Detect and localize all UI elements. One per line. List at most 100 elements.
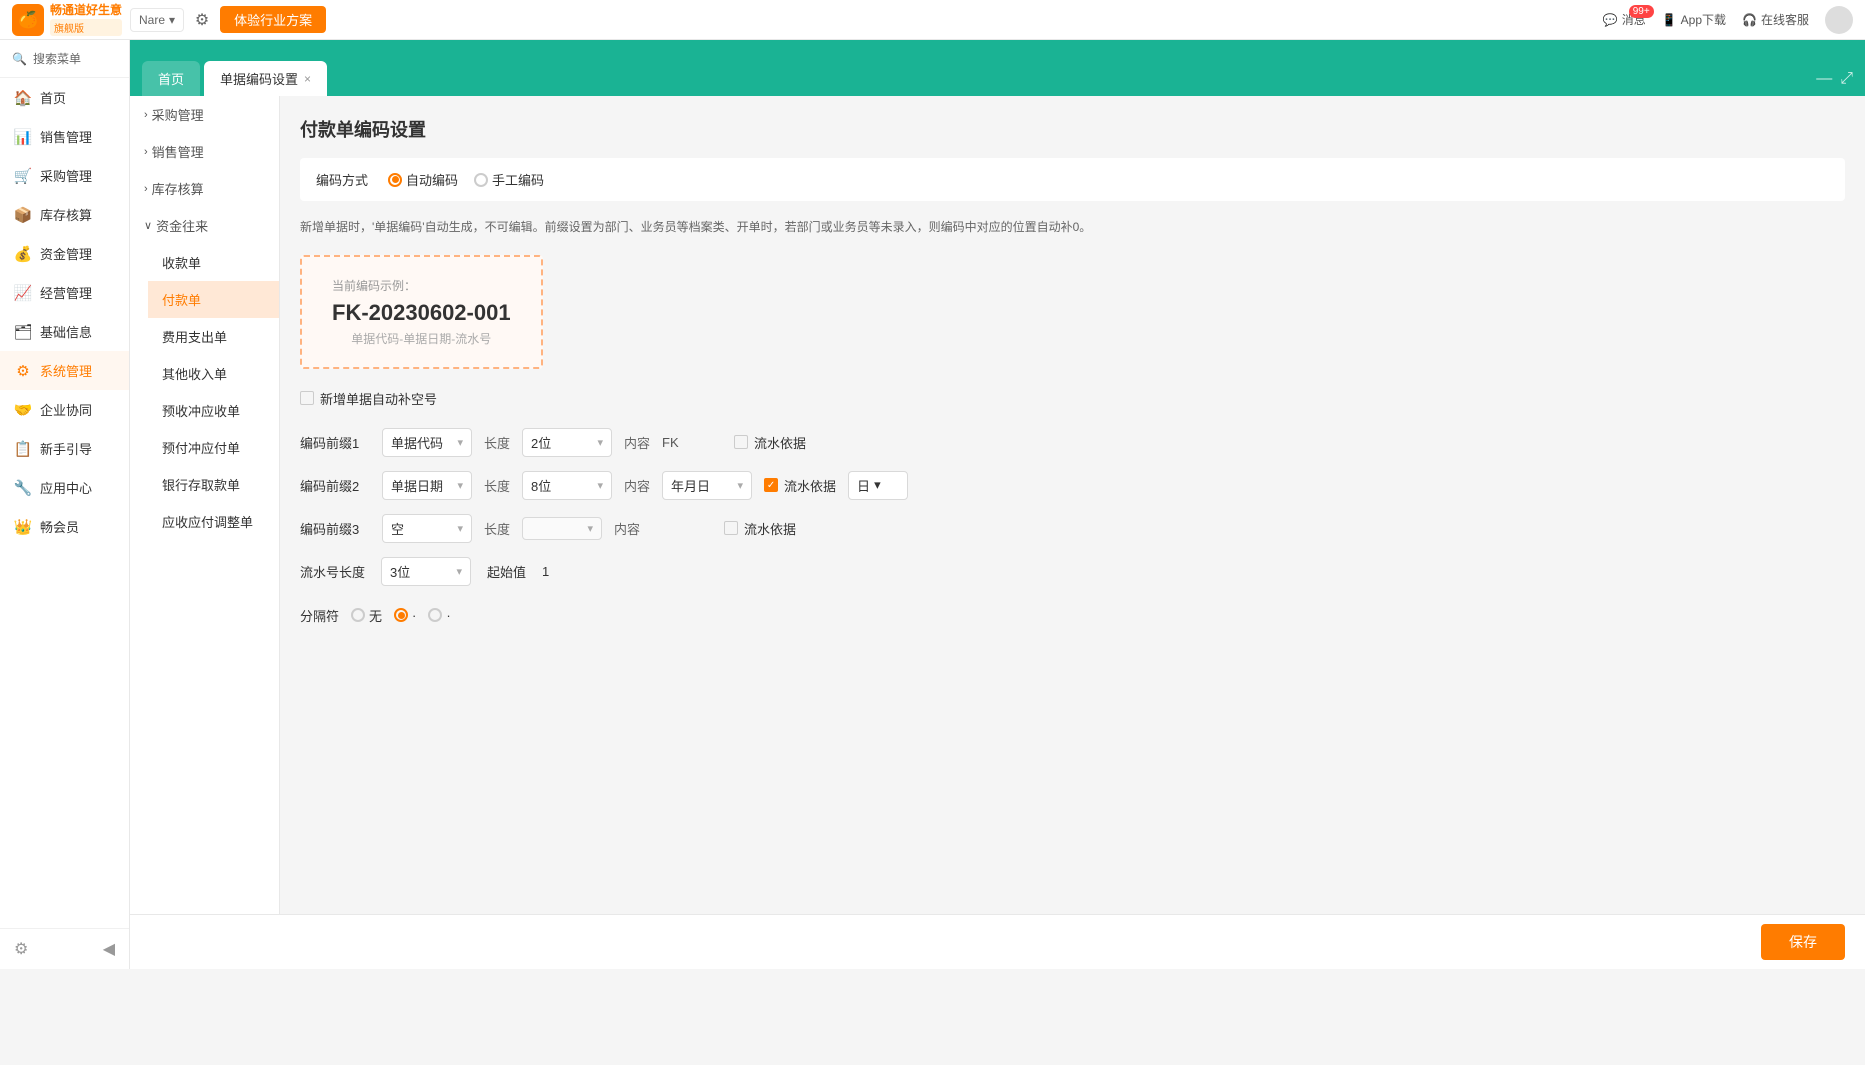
guide-icon: 📋 [14,440,32,458]
tab-encoding-settings[interactable]: 单据编码设置 × [204,61,327,96]
search-icon: 🔍 [12,52,27,66]
prefix-3-serial-check[interactable]: 流水依据 [724,519,796,538]
brand: 🍊 畅通道好生意 旗舰版 [12,3,122,36]
inventory-icon: 📦 [14,206,32,224]
auto-fill-row: 新增单据自动补空号 [300,389,1845,408]
second-sidebar-receipt[interactable]: 收款单 [148,244,279,281]
message-icon: 💬 [1603,13,1618,27]
serial-length-select[interactable]: 3位 ▾ [381,557,471,586]
sidebar-item-guide[interactable]: 📋 新手引导 [0,429,129,468]
second-sidebar-expense[interactable]: 费用支出单 [148,318,279,355]
phone-icon: 📱 [1662,13,1677,27]
sidebar-item-system[interactable]: ⚙ 系统管理 [0,351,129,390]
prefix-2-serial-check[interactable]: 流水依据 [764,476,836,495]
app-download-btn[interactable]: 📱 App下载 [1662,11,1726,28]
top-bar-left: 🍊 畅通道好生意 旗舰版 Nare ▾ ⚙ 体验行业方案 [12,3,326,36]
tab-close-icon[interactable]: × [304,72,311,86]
sidebar-item-operations[interactable]: 📈 经营管理 [0,273,129,312]
prefix-2-select[interactable]: 单据日期 ▾ [382,471,472,500]
sidebar-item-cooperation[interactable]: 🤝 企业协同 [0,390,129,429]
prefix-3-select[interactable]: 空 ▾ [382,514,472,543]
top-bar: 🍊 畅通道好生意 旗舰版 Nare ▾ ⚙ 体验行业方案 💬 消息 99+ 📱 … [0,0,1865,40]
prefix-1-select-arrow: ▾ [457,436,463,449]
sidebar-item-basic[interactable]: 🗂 基础信息 [0,312,129,351]
prefix-1-length-label: 长度 [484,433,510,452]
prefix-1-serial-check[interactable]: 流水依据 [734,433,806,452]
start-value: 1 [542,564,549,579]
second-sidebar-bank[interactable]: 银行存取款单 [148,466,279,503]
system-icon: ⚙ [14,362,32,380]
prefix-row-3: 编码前缀3 空 ▾ 长度 ▾ 内容 流水依据 [300,514,1845,543]
top-bar-right: 💬 消息 99+ 📱 App下载 🎧 在线客服 [1603,6,1853,34]
sidebar-item-inventory[interactable]: 📦 库存核算 [0,195,129,234]
auto-code-radio[interactable]: 自动编码 [388,170,458,189]
prefix-1-serial-checkbox [734,435,748,449]
prefix-3-length-label: 长度 [484,519,510,538]
coding-method-section: 编码方式 自动编码 手工编码 [300,158,1845,201]
sidebar-item-finance[interactable]: 💰 资金管理 [0,234,129,273]
second-sidebar-inventory[interactable]: › 库存核算 [130,170,279,207]
prefix-2-serial-checkbox-checked [764,478,778,492]
second-sidebar-prepay-pay[interactable]: 预付冲应付单 [148,429,279,466]
auto-fill-checkbox[interactable]: 新增单据自动补空号 [300,389,437,408]
messages-btn[interactable]: 💬 消息 99+ [1603,11,1646,28]
second-sidebar-sales[interactable]: › 销售管理 [130,133,279,170]
prefix-1-select[interactable]: 单据代码 ▾ [382,428,472,457]
online-service-btn[interactable]: 🎧 在线客服 [1742,11,1809,28]
prefix-2-content-arrow: ▾ [738,479,744,492]
second-sidebar-adjust[interactable]: 应收应付调整单 [148,503,279,540]
page-title: 付款单编码设置 [300,116,1845,142]
window-maximize-icon[interactable]: ⤢ [1840,70,1853,88]
second-sidebar-capital[interactable]: ∨ 资金往来 [130,207,279,244]
prefix-3-length-arrow: ▾ [587,522,593,535]
cooperation-icon: 🤝 [14,401,32,419]
separator-none-radio-icon [351,608,365,622]
separator-dot-radio[interactable]: · [394,608,416,623]
prefix-2-length-select[interactable]: 8位 ▾ [522,471,612,500]
sidebar-bottom: ⚙ ◀ [0,928,129,969]
sidebar-item-home[interactable]: 🏠 首页 [0,78,129,117]
sidebar-item-apps[interactable]: 🔧 应用中心 [0,468,129,507]
nav-dropdown[interactable]: Nare ▾ [130,8,184,32]
start-value-label: 起始值 [487,562,526,581]
prefix-3-serial-checkbox [724,521,738,535]
trial-button[interactable]: 体验行业方案 [220,6,326,33]
top-bar-nav: Nare ▾ ⚙ 体验行业方案 [130,6,326,34]
user-avatar[interactable] [1825,6,1853,34]
inventory-arrow-icon: › [144,183,148,195]
sidebar-item-vip[interactable]: 👑 畅会员 [0,507,129,546]
serial-length-arrow: ▾ [456,565,462,578]
separator-dash-radio-icon [428,608,442,622]
sidebar-search[interactable]: 🔍 搜索菜单 [0,40,129,78]
window-buttons: — ⤢ [1816,70,1853,88]
prefix-2-day-select[interactable]: 日 ▾ [848,471,908,500]
prefix-1-length-select[interactable]: 2位 ▾ [522,428,612,457]
coding-method-label: 编码方式 [316,170,368,189]
tab-home[interactable]: 首页 [142,61,200,96]
second-sidebar-other-income[interactable]: 其他收入单 [148,355,279,392]
separator-dash-radio[interactable]: · [428,608,450,623]
collapse-sidebar-icon[interactable]: ◀ [103,939,115,959]
prefix-row-1: 编码前缀1 单据代码 ▾ 长度 2位 ▾ 内容 FK 流水依据 [300,428,1845,457]
settings-bottom-icon[interactable]: ⚙ [14,939,28,959]
manual-code-radio[interactable]: 手工编码 [474,170,544,189]
second-sidebar-purchase[interactable]: › 采购管理 [130,96,279,133]
code-preview-label: 当前编码示例： [332,277,511,294]
prefix-2-content-label: 内容 [624,476,650,495]
brand-icon: 🍊 [12,4,44,36]
apps-icon: 🔧 [14,479,32,497]
sidebar-item-sales[interactable]: 📊 销售管理 [0,117,129,156]
sidebar-item-purchase[interactable]: 🛒 采购管理 [0,156,129,195]
prefix-3-length-select[interactable]: ▾ [522,517,602,540]
second-sidebar-payment[interactable]: 付款单 [148,281,279,318]
prefix-2-content-select[interactable]: 年月日 ▾ [662,471,752,500]
second-sidebar-prepay-receive[interactable]: 预收冲应收单 [148,392,279,429]
sales-arrow-icon: › [144,146,148,158]
separator-none-radio[interactable]: 无 [351,606,382,625]
window-minimize-icon[interactable]: — [1816,70,1832,88]
save-button[interactable]: 保存 [1761,924,1845,960]
second-sidebar: › 采购管理 › 销售管理 › 库存核算 ∨ 资金往来 收款单 付款单 费用支出… [130,96,280,969]
settings-icon[interactable]: ⚙ [188,6,216,34]
sales-icon: 📊 [14,128,32,146]
headset-icon: 🎧 [1742,13,1757,27]
